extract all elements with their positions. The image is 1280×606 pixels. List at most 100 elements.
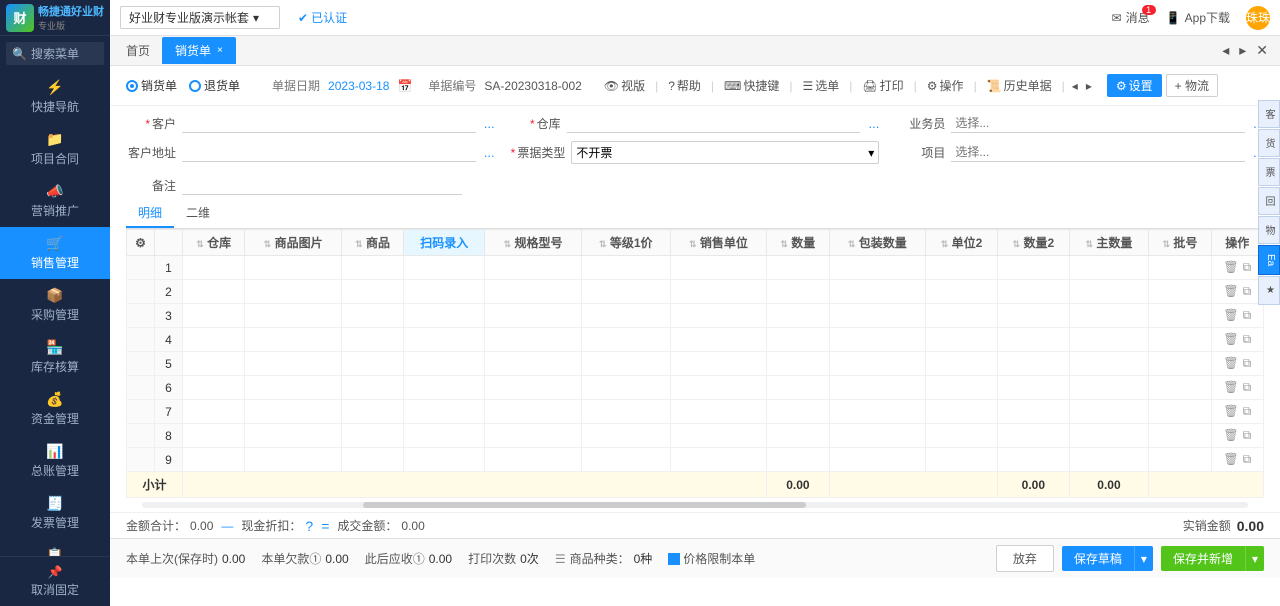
row-unit2-cell[interactable]: [926, 352, 998, 376]
row-main-qty-cell[interactable]: [1069, 328, 1148, 352]
print-btn[interactable]: 🖨 打印: [856, 75, 909, 96]
row-barcode-cell[interactable]: [404, 448, 485, 472]
tab-next-btn[interactable]: ▸: [1235, 40, 1250, 61]
invoice-select[interactable]: 不开票 ▾: [571, 141, 879, 164]
row-barcode-cell[interactable]: [404, 424, 485, 448]
row-warehouse-cell[interactable]: [183, 256, 245, 280]
float-btn-4[interactable]: 回: [1258, 187, 1280, 215]
row-pack-qty-cell[interactable]: [829, 256, 925, 280]
row-unit2-cell[interactable]: [926, 448, 998, 472]
sidebar-item-marketing[interactable]: 📣 营销推广: [0, 175, 110, 227]
remark-input[interactable]: [182, 176, 462, 195]
row-qty-cell[interactable]: [767, 280, 829, 304]
row-spec-cell[interactable]: [485, 256, 581, 280]
goods-btn[interactable]: + 物流: [1166, 74, 1218, 97]
address-input[interactable]: [182, 143, 476, 162]
sidebar-item-sales[interactable]: 🛒 销售管理: [0, 227, 110, 279]
row-pack-qty-cell[interactable]: [829, 376, 925, 400]
select-btn[interactable]: ☰ 选单: [797, 75, 846, 96]
save-draft-btn[interactable]: 保存草稿: [1062, 546, 1134, 571]
row-spec-cell[interactable]: [485, 424, 581, 448]
row-unit2-cell[interactable]: [926, 424, 998, 448]
row-delete-btn[interactable]: 🗑: [1223, 452, 1238, 467]
row-delete-btn[interactable]: 🗑: [1223, 380, 1238, 395]
th-unit[interactable]: ⇅ 销售单位: [670, 230, 766, 256]
row-goods-cell[interactable]: [341, 424, 403, 448]
row-goods-cell[interactable]: [341, 304, 403, 328]
row-copy-btn[interactable]: ⧉: [1243, 308, 1252, 323]
row-batch-cell[interactable]: [1149, 448, 1211, 472]
row-image-cell[interactable]: [245, 280, 341, 304]
abandon-btn[interactable]: 放弃: [996, 545, 1054, 572]
row-grade-cell[interactable]: [581, 304, 670, 328]
prev-record-btn[interactable]: ◂: [1069, 78, 1081, 94]
row-qty-cell[interactable]: [767, 304, 829, 328]
row-goods-cell[interactable]: [341, 376, 403, 400]
row-qty2-cell[interactable]: [997, 304, 1069, 328]
row-unit-cell[interactable]: [670, 376, 766, 400]
row-delete-btn[interactable]: 🗑: [1223, 332, 1238, 347]
sidebar-item-projects[interactable]: 📁 项目合同: [0, 123, 110, 175]
tab-prev-btn[interactable]: ◂: [1218, 40, 1233, 61]
row-pack-qty-cell[interactable]: [829, 328, 925, 352]
price-check-item[interactable]: 价格限制本单: [668, 550, 755, 567]
row-main-qty-cell[interactable]: [1069, 352, 1148, 376]
row-warehouse-cell[interactable]: [183, 448, 245, 472]
row-grade-cell[interactable]: [581, 280, 670, 304]
tab-sale-order[interactable]: 销货单 ×: [162, 37, 236, 64]
row-spec-cell[interactable]: [485, 448, 581, 472]
row-copy-btn[interactable]: ⧉: [1243, 356, 1252, 371]
messages-button[interactable]: ✉ 消息 1: [1112, 9, 1150, 26]
sidebar-item-tax[interactable]: 📋 税务管理: [0, 539, 110, 556]
th-main-qty[interactable]: ⇅ 主数量: [1069, 230, 1148, 256]
row-qty2-cell[interactable]: [997, 400, 1069, 424]
row-pack-qty-cell[interactable]: [829, 280, 925, 304]
row-copy-btn[interactable]: ⧉: [1243, 404, 1252, 419]
row-copy-btn[interactable]: ⧉: [1243, 284, 1252, 299]
row-qty2-cell[interactable]: [997, 256, 1069, 280]
row-warehouse-cell[interactable]: [183, 424, 245, 448]
row-main-qty-cell[interactable]: [1069, 400, 1148, 424]
save-new-btn[interactable]: 保存并新增: [1161, 546, 1245, 571]
row-copy-btn[interactable]: ⧉: [1243, 428, 1252, 443]
row-batch-cell[interactable]: [1149, 400, 1211, 424]
row-grade-cell[interactable]: [581, 448, 670, 472]
row-main-qty-cell[interactable]: [1069, 448, 1148, 472]
row-image-cell[interactable]: [245, 424, 341, 448]
row-warehouse-cell[interactable]: [183, 280, 245, 304]
row-pack-qty-cell[interactable]: [829, 304, 925, 328]
row-delete-btn[interactable]: 🗑: [1223, 308, 1238, 323]
row-barcode-cell[interactable]: [404, 400, 485, 424]
table-scrollbar[interactable]: [126, 498, 1264, 512]
row-grade-cell[interactable]: [581, 400, 670, 424]
row-qty-cell[interactable]: [767, 256, 829, 280]
row-pack-qty-cell[interactable]: [829, 424, 925, 448]
setup-btn[interactable]: ⚙ 设置: [1107, 74, 1162, 97]
row-copy-btn[interactable]: ⧉: [1243, 332, 1252, 347]
row-qty2-cell[interactable]: [997, 376, 1069, 400]
th-qty2[interactable]: ⇅ 数量2: [997, 230, 1069, 256]
row-goods-cell[interactable]: [341, 448, 403, 472]
row-image-cell[interactable]: [245, 400, 341, 424]
row-delete-btn[interactable]: 🗑: [1223, 356, 1238, 371]
row-qty2-cell[interactable]: [997, 328, 1069, 352]
tab-home[interactable]: 首页: [118, 38, 158, 63]
row-image-cell[interactable]: [245, 256, 341, 280]
th-pack-qty[interactable]: ⇅ 包装数量: [829, 230, 925, 256]
staff-input[interactable]: [951, 114, 1245, 133]
row-goods-cell[interactable]: [341, 256, 403, 280]
float-btn-1[interactable]: 客: [1258, 100, 1280, 128]
row-qty-cell[interactable]: [767, 328, 829, 352]
warehouse-input[interactable]: 小卖仓库: [567, 114, 861, 133]
row-grade-cell[interactable]: [581, 256, 670, 280]
row-batch-cell[interactable]: [1149, 304, 1211, 328]
row-goods-cell[interactable]: [341, 352, 403, 376]
row-spec-cell[interactable]: [485, 400, 581, 424]
row-unit-cell[interactable]: [670, 352, 766, 376]
row-grade-cell[interactable]: [581, 424, 670, 448]
row-warehouse-cell[interactable]: [183, 376, 245, 400]
row-unit-cell[interactable]: [670, 400, 766, 424]
save-draft-dropdown-btn[interactable]: ▾: [1134, 546, 1153, 571]
sidebar-item-quick-nav[interactable]: ⚡ 快捷导航: [0, 71, 110, 123]
company-selector[interactable]: 好业财专业版演示帐套 ▾: [120, 6, 280, 29]
